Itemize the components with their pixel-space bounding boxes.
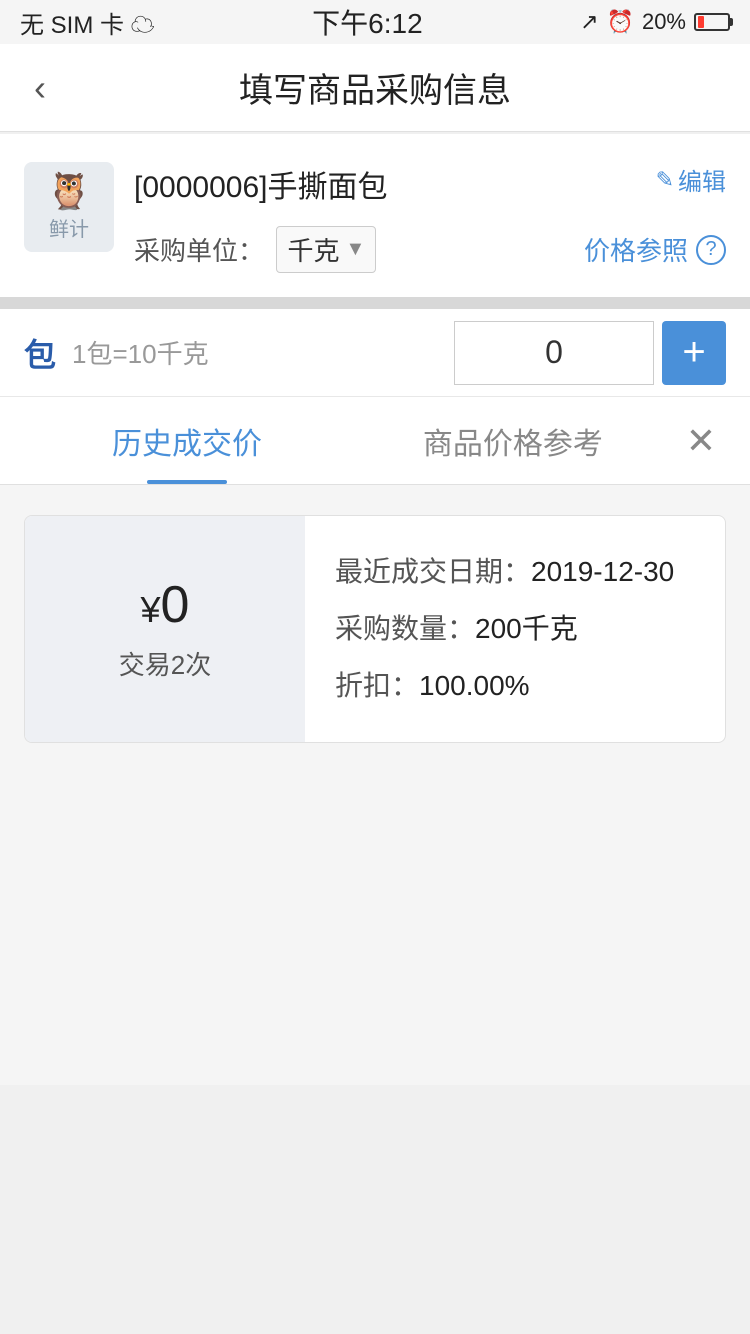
recent-date-label: 最近成交日期：	[335, 556, 531, 587]
card-left: ¥0 交易2次	[25, 516, 305, 742]
battery-tip	[730, 18, 733, 26]
sim-status: 无 SIM 卡 ☁	[20, 5, 155, 40]
tab-active-underline	[147, 480, 227, 484]
purchase-qty-label: 采购数量：	[335, 613, 475, 644]
tab-price-ref-label: 商品价格参考	[423, 419, 603, 463]
status-time: 下午6:12	[312, 2, 423, 42]
product-top-row: [0000006]手撕面包 ✎ 编辑	[134, 162, 726, 206]
price-currency-symbol: ¥	[141, 589, 161, 630]
page-title: 填写商品采购信息	[239, 63, 511, 112]
discount-row: 折扣：100.00%	[335, 666, 695, 705]
price-ref-help-icon: ?	[696, 235, 726, 265]
status-bar: 无 SIM 卡 ☁ 下午6:12 ↗ ⏰ 20%	[0, 0, 750, 44]
qty-controls: 0 +	[454, 321, 726, 385]
tab-history-price[interactable]: 历史成交价	[24, 397, 350, 484]
transaction-card: ¥0 交易2次 最近成交日期：2019-12-30 采购数量：200千克 折扣：…	[24, 515, 726, 743]
tab-price-ref[interactable]: 商品价格参考	[350, 397, 676, 484]
purchase-qty-row: 采购数量：200千克	[335, 609, 695, 648]
location-icon: ↗	[580, 9, 598, 35]
trade-count: 交易2次	[119, 645, 211, 682]
gray-divider	[0, 297, 750, 309]
main-content: ¥0 交易2次 最近成交日期：2019-12-30 采购数量：200千克 折扣：…	[0, 485, 750, 1085]
alarm-icon: ⏰	[607, 9, 634, 35]
qty-plus-button[interactable]: +	[662, 321, 726, 385]
edit-button[interactable]: ✎ 编辑	[656, 162, 726, 197]
edit-label: 编辑	[678, 162, 726, 197]
product-section: 🦉 鲜计 [0000006]手撕面包 ✎ 编辑 采购单位： 千克 ▼	[0, 134, 750, 297]
product-thumbnail: 🦉 鲜计	[24, 162, 114, 252]
tabs-section: 历史成交价 商品价格参考 ✕	[0, 397, 750, 485]
back-button[interactable]: ‹	[24, 57, 56, 119]
price-value: 0	[161, 576, 190, 634]
recent-date-row: 最近成交日期：2019-12-30	[335, 552, 695, 591]
unit-value: 千克	[287, 231, 339, 268]
quantity-row: 包 1包=10千克 0 +	[0, 309, 750, 397]
product-thumbnail-icon: 🦉	[47, 173, 92, 209]
nav-bar: ‹ 填写商品采购信息	[0, 44, 750, 132]
battery-percent: 20%	[642, 9, 686, 35]
recent-date-value: 2019-12-30	[531, 556, 674, 587]
status-left: 无 SIM 卡 ☁	[20, 5, 155, 40]
package-unit-label: 包	[24, 330, 56, 376]
unit-arrow-icon: ▼	[345, 238, 365, 261]
product-header: 🦉 鲜计 [0000006]手撕面包 ✎ 编辑 采购单位： 千克 ▼	[24, 162, 726, 273]
conversion-hint: 1包=10千克	[72, 334, 209, 371]
product-unit-row: 采购单位： 千克 ▼ 价格参照 ?	[134, 226, 726, 273]
price-ref-label: 价格参照	[584, 231, 688, 268]
discount-label: 折扣：	[335, 670, 419, 701]
battery-fill	[698, 16, 704, 28]
unit-select[interactable]: 千克 ▼	[276, 226, 376, 273]
tabs-close-button[interactable]: ✕	[676, 410, 726, 472]
quantity-input[interactable]: 0	[454, 321, 654, 385]
discount-value: 100.00%	[419, 670, 530, 701]
card-right: 最近成交日期：2019-12-30 采购数量：200千克 折扣：100.00%	[305, 516, 725, 742]
status-right: ↗ ⏰ 20%	[580, 9, 730, 35]
purchase-qty-value: 200千克	[475, 613, 578, 644]
unit-label: 采购单位：	[134, 236, 264, 266]
price-ref-button[interactable]: 价格参照 ?	[584, 231, 726, 268]
edit-icon: ✎	[656, 167, 674, 193]
unit-selector-group: 采购单位： 千克 ▼	[134, 226, 376, 273]
product-info: [0000006]手撕面包 ✎ 编辑 采购单位： 千克 ▼ 价格参照 ?	[134, 162, 726, 273]
product-thumbnail-text: 鲜计	[49, 213, 89, 242]
product-name: [0000006]手撕面包	[134, 162, 387, 206]
battery-icon	[694, 13, 730, 31]
tab-history-price-label: 历史成交价	[112, 419, 262, 463]
price-display: ¥0	[141, 575, 190, 635]
